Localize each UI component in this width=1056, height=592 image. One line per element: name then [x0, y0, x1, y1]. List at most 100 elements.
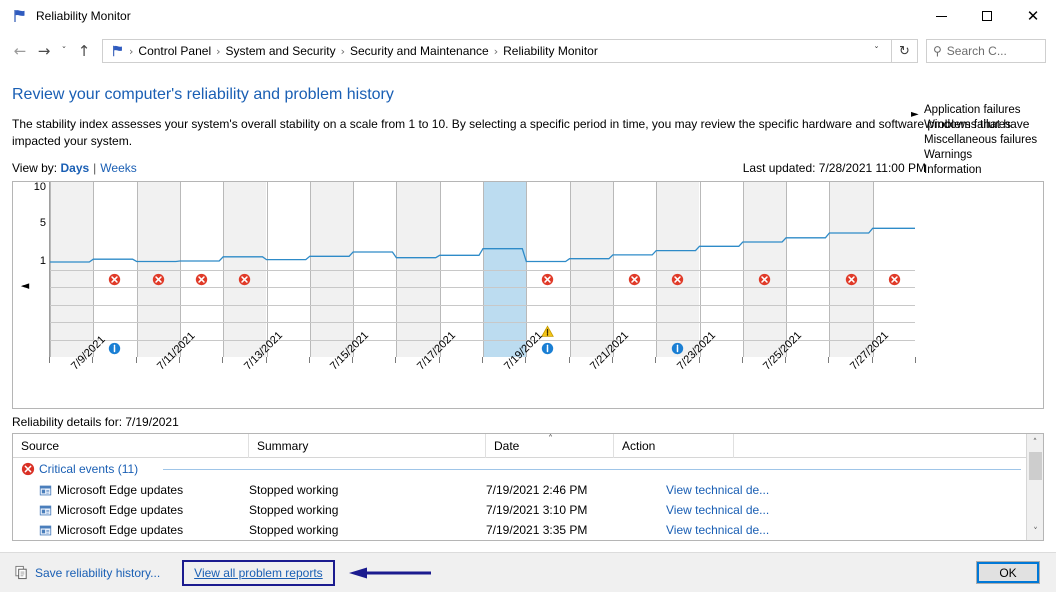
critical-error-icon[interactable]: [758, 273, 771, 286]
back-icon: ←: [13, 42, 27, 60]
sort-ascending-icon: ˄: [548, 434, 553, 445]
chart-scroll-left-button[interactable]: ◄: [19, 278, 31, 292]
chart-event-row-divider: [50, 322, 915, 324]
up-button[interactable]: ↑: [72, 39, 96, 63]
search-box[interactable]: ⚲ Search C...: [926, 39, 1046, 63]
critical-error-icon[interactable]: [152, 273, 165, 286]
critical-error-icon[interactable]: [541, 273, 554, 286]
chart-plot-area[interactable]: [49, 182, 915, 357]
legend-expand-icon[interactable]: ►: [911, 109, 919, 120]
scroll-down-button[interactable]: ˅: [1027, 523, 1043, 540]
details-label: Reliability details for: 7/19/2021: [12, 415, 179, 429]
chart-inner: 10 5 1 ◄ 7/9/2021 7/11/2021 7/13/2021 7/15/20…: [13, 181, 1043, 408]
details-group-label: Critical events (11): [39, 462, 139, 476]
details-group-critical-events[interactable]: Critical events (11) ˄: [13, 458, 1043, 480]
view-by-label: View by:: [12, 161, 58, 175]
breadcrumb-item-control-panel[interactable]: Control Panel: [135, 44, 214, 58]
chart-y-axis: 10 5 1: [13, 181, 49, 357]
critical-error-icon[interactable]: [671, 273, 684, 286]
minimize-button[interactable]: [918, 0, 964, 32]
information-icon[interactable]: [541, 342, 554, 355]
back-button[interactable]: ←: [8, 39, 32, 63]
search-input[interactable]: Search C...: [947, 44, 1007, 58]
critical-error-icon[interactable]: [845, 273, 858, 286]
refresh-button[interactable]: ↻: [892, 39, 918, 63]
view-by-row: View by: Days | Weeks Last updated: 7/28…: [12, 161, 1044, 175]
cell-summary: Stopped working: [249, 483, 339, 497]
scrollbar-thumb[interactable]: [1029, 452, 1042, 480]
critical-error-icon[interactable]: [195, 273, 208, 286]
breadcrumb-item-security-and-maintenance[interactable]: Security and Maintenance: [347, 44, 492, 58]
close-icon: ✕: [1026, 6, 1040, 25]
cell-source: Microsoft Edge updates: [13, 523, 249, 537]
refresh-icon: ↻: [899, 43, 910, 59]
cell-date: 7/19/2021 3:10 PM: [486, 503, 588, 517]
stability-index-line: [50, 182, 915, 270]
critical-error-icon[interactable]: [108, 273, 121, 286]
details-table: Source Summary Date Action ˄ Critical ev…: [12, 433, 1044, 541]
column-header-action[interactable]: Action: [614, 434, 734, 458]
copy-icon: [15, 565, 27, 580]
details-rows: Microsoft Edge updates Stopped working 7/1…: [13, 480, 1043, 540]
minimize-icon: [935, 15, 947, 17]
cell-source-text: Microsoft Edge updates: [57, 523, 184, 537]
maximize-icon: [982, 11, 992, 21]
cell-action[interactable]: View technical de...: [666, 503, 846, 517]
view-all-problem-reports-link[interactable]: View all problem reports: [194, 566, 323, 580]
column-header-filler: [734, 434, 1043, 458]
cell-source-text: Microsoft Edge updates: [57, 503, 184, 517]
critical-error-icon[interactable]: [238, 273, 251, 286]
flag-icon: [113, 45, 122, 57]
column-header-summary[interactable]: Summary: [249, 434, 486, 458]
cell-source: Microsoft Edge updates: [13, 503, 249, 517]
flag-icon: [14, 10, 25, 22]
page-title: Review your computer's reliability and p…: [12, 86, 394, 103]
critical-error-icon[interactable]: [888, 273, 901, 286]
view-by-weeks-link[interactable]: Weeks: [100, 161, 136, 175]
information-icon[interactable]: [108, 342, 121, 355]
annotation-arrow-icon: [348, 567, 431, 578]
program-icon: [39, 505, 52, 515]
page-description: The stability index assesses your system…: [12, 117, 1030, 148]
view-all-problem-reports-highlight: View all problem reports: [182, 559, 335, 586]
stability-index-path: [50, 228, 915, 262]
column-header-source[interactable]: Source: [13, 434, 249, 458]
legend-item: Windows failures: [924, 119, 1011, 131]
recent-locations-button[interactable]: ˇ: [56, 39, 72, 63]
breadcrumb[interactable]: › Control Panel › System and Security › …: [102, 39, 892, 63]
details-scrollbar[interactable]: ˄ ˅: [1026, 434, 1043, 540]
breadcrumb-dropdown-icon[interactable]: ˇ: [866, 46, 887, 57]
cell-action[interactable]: View technical de...: [666, 523, 846, 537]
chart-event-row-divider: [50, 287, 915, 289]
maximize-button[interactable]: [964, 0, 1010, 32]
scroll-up-button[interactable]: ˄: [1027, 434, 1043, 451]
save-reliability-history-label: Save reliability history...: [35, 565, 161, 580]
breadcrumb-item-system-and-security[interactable]: System and Security: [223, 44, 339, 58]
legend-item: Warnings: [924, 149, 973, 161]
window-title: Reliability Monitor: [36, 9, 131, 23]
breadcrumb-separator: ›: [129, 44, 134, 58]
view-by-separator: |: [93, 161, 97, 175]
breadcrumb-separator: ›: [216, 44, 221, 58]
ok-button[interactable]: OK: [976, 561, 1040, 584]
view-by-days-link[interactable]: Days: [60, 161, 89, 175]
details-header-row: Source Summary Date Action ˄: [13, 434, 1043, 458]
legend-item: Information: [924, 164, 982, 176]
close-button[interactable]: ✕: [1010, 0, 1056, 32]
table-row[interactable]: Microsoft Edge updates Stopped working 7/1…: [13, 500, 1043, 520]
critical-error-icon[interactable]: [628, 273, 641, 286]
title-bar: Reliability Monitor ✕: [0, 0, 1056, 32]
reliability-chart[interactable]: 10 5 1 ◄ 7/9/2021 7/11/2021 7/13/2021 7/15/20…: [12, 181, 1044, 409]
breadcrumb-item-reliability-monitor[interactable]: Reliability Monitor: [500, 44, 601, 58]
information-icon[interactable]: [671, 342, 684, 355]
details-group-rule: [163, 469, 1021, 470]
reliability-monitor-window: Reliability Monitor ✕ ← → ˇ ↑ › Control …: [0, 0, 1056, 592]
table-row[interactable]: Microsoft Edge updates Stopped working 7/1…: [13, 480, 1043, 500]
cell-action[interactable]: View technical de...: [666, 483, 846, 497]
window-controls: ✕: [918, 0, 1056, 32]
y-axis-label: 10: [33, 181, 46, 193]
table-row[interactable]: Microsoft Edge updates Stopped working 7/1…: [13, 520, 1043, 540]
forward-button[interactable]: →: [32, 39, 56, 63]
address-bar: ← → ˇ ↑ › Control Panel › System and Sec…: [0, 32, 1056, 70]
save-reliability-history-button[interactable]: Save reliability history...: [14, 565, 160, 580]
